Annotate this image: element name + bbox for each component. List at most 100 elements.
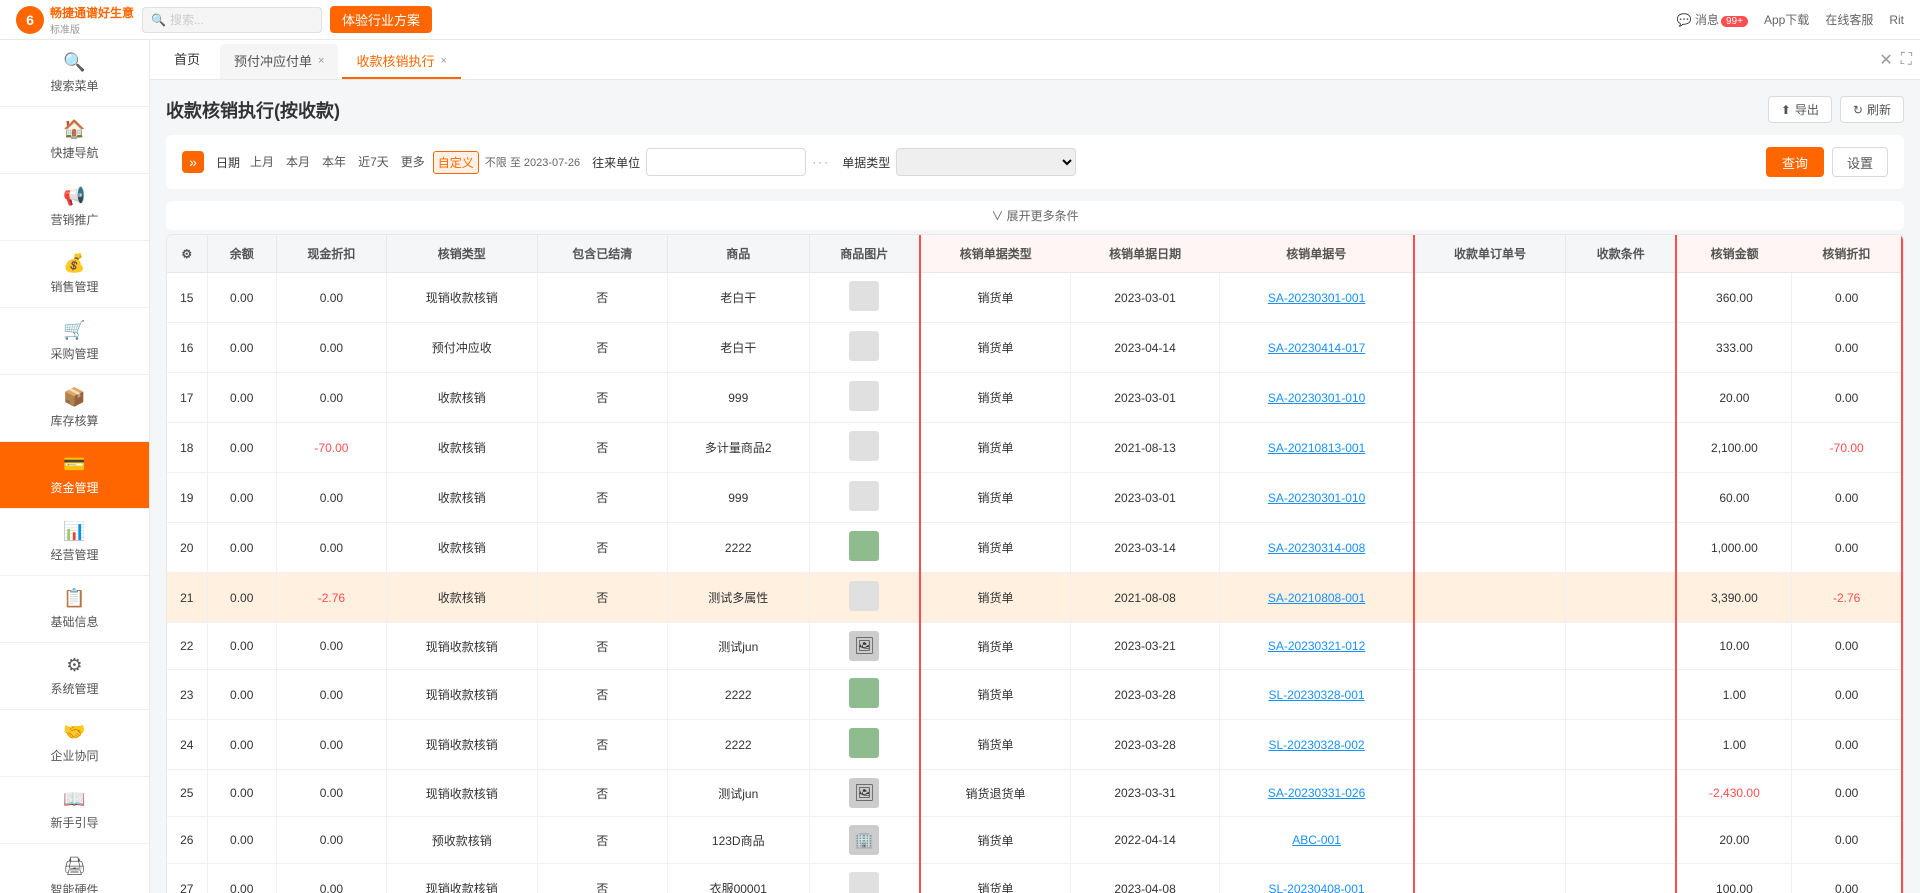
- cell-goods: 衣服00001: [667, 864, 809, 893]
- cell-cancel-date: 2021-08-08: [1071, 573, 1220, 623]
- cell-receipt-order-no: [1414, 273, 1566, 323]
- tab-bar: 首页 预付冲应付单 × 收款核销执行 × ✕ ⛶: [150, 40, 1920, 80]
- sidebar-item-快捷导航[interactable]: 🏠快捷导航: [0, 107, 149, 174]
- filter-expand-button[interactable]: »: [182, 151, 204, 173]
- cell-include-settled: 否: [537, 623, 667, 670]
- cell-id: 24: [167, 720, 207, 770]
- sidebar-item-基础信息[interactable]: 📋基础信息: [0, 576, 149, 643]
- cell-cancel-type: 现销收款核销: [386, 770, 537, 817]
- date-range-display: 不限 至 2023-07-26: [485, 154, 580, 170]
- cell-balance: 0.00: [207, 670, 276, 720]
- cell-cash-discount: 0.00: [276, 523, 386, 573]
- cell-cancel-date: 2023-03-31: [1071, 770, 1220, 817]
- sidebar-item-营销推广[interactable]: 📢营销推广: [0, 174, 149, 241]
- tab-prepay[interactable]: 预付冲应付单 ×: [220, 44, 338, 79]
- cell-receipt-condition: [1566, 573, 1677, 623]
- cell-id: 18: [167, 423, 207, 473]
- sidebar-item-销售管理[interactable]: 💰销售管理: [0, 241, 149, 308]
- tab-close-1[interactable]: ×: [318, 55, 324, 67]
- sidebar-item-库存核算[interactable]: 📦库存核算: [0, 375, 149, 442]
- date-quick-links: 上月 本月 本年 近7天 更多 自定义: [246, 151, 479, 174]
- user-name[interactable]: Rit: [1889, 13, 1904, 27]
- sidebar-item-采购管理[interactable]: 🛒采购管理: [0, 308, 149, 375]
- sidebar-item-经营管理[interactable]: 📊经营管理: [0, 509, 149, 576]
- cell-cancel-type: 预付冲应收: [386, 323, 537, 373]
- cell-cancel-date: 2023-03-28: [1071, 670, 1220, 720]
- cell-goods: 老白干: [667, 273, 809, 323]
- cell-include-settled: 否: [537, 670, 667, 720]
- cell-goods: 多计量商品2: [667, 423, 809, 473]
- sidebar-item-智能硬件[interactable]: 🖨智能硬件: [0, 844, 149, 893]
- from-unit-input[interactable]: [646, 148, 806, 176]
- tab-receipt-cancel[interactable]: 收款核销执行 ×: [342, 44, 460, 79]
- expand-conditions-btn[interactable]: ∨ 展开更多条件: [991, 207, 1078, 224]
- cell-receipt-order-no: [1414, 817, 1566, 864]
- close-window-icon[interactable]: ✕: [1879, 50, 1892, 70]
- cell-cancel-slip-no: SA-20230301-001: [1220, 273, 1415, 323]
- setting-button[interactable]: 设置: [1832, 147, 1888, 177]
- cell-cancel-slip-no: SA-20210808-001: [1220, 573, 1415, 623]
- cell-receipt-order-no: [1414, 373, 1566, 423]
- cell-cancel-type: 现销收款核销: [386, 720, 537, 770]
- cell-receipt-order-no: [1414, 864, 1566, 893]
- industry-solution-button[interactable]: 体验行业方案: [330, 6, 432, 33]
- slip-type-select[interactable]: [896, 148, 1076, 176]
- tab-home[interactable]: 首页: [158, 40, 216, 79]
- cell-cancel-slip-no: ABC-001: [1220, 817, 1415, 864]
- cell-cancel-date: 2023-04-14: [1071, 323, 1220, 373]
- col-gear[interactable]: ⚙: [167, 235, 207, 273]
- cell-cancel-date: 2023-03-21: [1071, 623, 1220, 670]
- goods-image: 🏢: [849, 825, 879, 855]
- query-button[interactable]: 查询: [1766, 147, 1824, 177]
- cell-cancel-slip-type: 销货单: [920, 323, 1071, 373]
- cell-goods-img: [809, 423, 920, 473]
- date-custom[interactable]: 自定义: [433, 151, 479, 174]
- cell-cash-discount: 0.00: [276, 770, 386, 817]
- cell-cancel-date: 2023-03-01: [1071, 473, 1220, 523]
- col-cancel-date: 核销单据日期: [1071, 235, 1220, 273]
- tab-close-2[interactable]: ×: [440, 55, 446, 67]
- date-this-month[interactable]: 本月: [282, 151, 314, 174]
- cell-receipt-condition: [1566, 373, 1677, 423]
- refresh-button[interactable]: ↻ 刷新: [1840, 96, 1904, 123]
- online-service-link[interactable]: 在线客服: [1825, 11, 1873, 28]
- goods-image: [849, 872, 879, 893]
- cell-cancel-amount: 360.00: [1676, 273, 1791, 323]
- cell-include-settled: 否: [537, 720, 667, 770]
- message-icon[interactable]: 💬 消息99+: [1677, 11, 1748, 28]
- sidebar-item-系统管理[interactable]: ⚙系统管理: [0, 643, 149, 710]
- sidebar-item-企业协同[interactable]: 🤝企业协同: [0, 710, 149, 777]
- search-placeholder-text: 搜索...: [170, 11, 204, 28]
- col-receipt-order-no: 收款单订单号: [1414, 235, 1566, 273]
- col-cash-discount: 现金折扣: [276, 235, 386, 273]
- expand-window-icon[interactable]: ⛶: [1901, 51, 1912, 69]
- cell-id: 19: [167, 473, 207, 523]
- cell-cancel-date: 2023-04-08: [1071, 864, 1220, 893]
- date-last-month[interactable]: 上月: [246, 151, 278, 174]
- cell-cancel-amount: 20.00: [1676, 817, 1791, 864]
- cell-cash-discount: 0.00: [276, 323, 386, 373]
- cell-receipt-condition: [1566, 323, 1677, 373]
- date-7days[interactable]: 近7天: [354, 151, 393, 174]
- cell-cancel-slip-no: SA-20230314-008: [1220, 523, 1415, 573]
- cell-cancel-slip-type: 销货单: [920, 473, 1071, 523]
- cell-balance: 0.00: [207, 273, 276, 323]
- sidebar-item-搜索菜单[interactable]: 🔍搜索菜单: [0, 40, 149, 107]
- date-this-year[interactable]: 本年: [318, 151, 350, 174]
- cell-goods-img: 🏢: [809, 817, 920, 864]
- app-logo: 6 畅捷通谱好生意 标准版: [16, 4, 134, 36]
- cell-id: 15: [167, 273, 207, 323]
- cell-cash-discount: 0.00: [276, 273, 386, 323]
- cell-cancel-slip-type: 销货单: [920, 623, 1071, 670]
- cell-goods-img: [809, 864, 920, 893]
- app-download-link[interactable]: App下载: [1764, 11, 1809, 28]
- sidebar-item-新手引导[interactable]: 📖新手引导: [0, 777, 149, 844]
- col-cancel-slip-type: 核销单据类型: [920, 235, 1071, 273]
- data-table-container: ⚙ 余额 现金折扣 核销类型 包含已结清 商品 商品图片 核销单据类型 核销单据…: [166, 234, 1904, 893]
- goods-image: 🖼: [849, 778, 879, 808]
- export-button[interactable]: ⬆ 导出: [1768, 96, 1832, 123]
- date-more[interactable]: 更多: [397, 151, 429, 174]
- cell-cancel-discount: -70.00: [1792, 423, 1902, 473]
- sidebar: 🔍搜索菜单🏠快捷导航📢营销推广💰销售管理🛒采购管理📦库存核算💳资金管理📊经营管理…: [0, 40, 150, 893]
- sidebar-item-资金管理[interactable]: 💳资金管理: [0, 442, 149, 509]
